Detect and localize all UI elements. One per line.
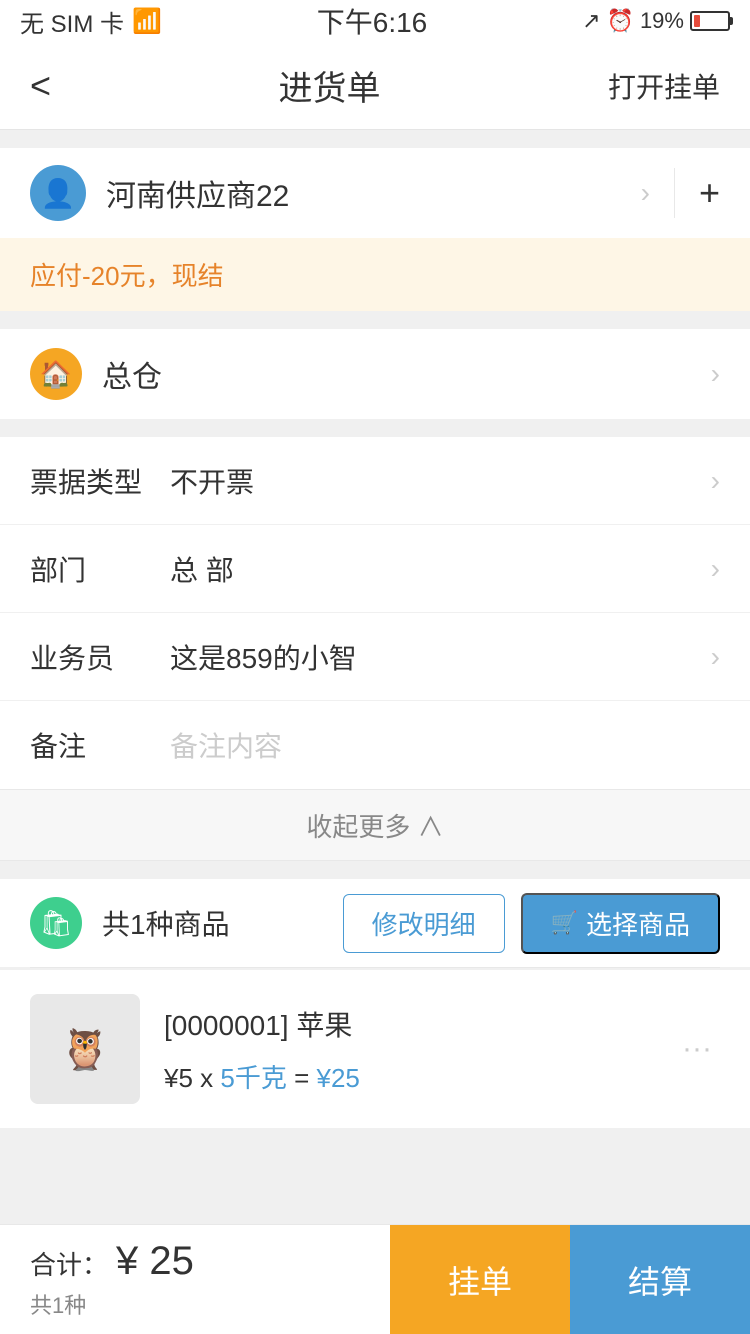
gap-3 — [0, 419, 750, 437]
form-section: 票据类型 不开票 › 部门 总 部 › 业务员 这是859的小智 › 备注 备注… — [0, 437, 750, 789]
product-name: [0000001] 苹果 — [164, 1004, 674, 1044]
equals-sign: = — [294, 1063, 316, 1093]
battery-percent: 19% — [640, 8, 684, 34]
select-product-button[interactable]: 🛒 选择商品 — [521, 893, 720, 954]
status-left: 无 SIM 卡 📶 — [20, 4, 162, 39]
warehouse-row[interactable]: 🏠 总仓 › — [0, 329, 750, 419]
back-button[interactable]: < — [30, 65, 51, 107]
warehouse-chevron-icon: › — [711, 358, 720, 390]
cart-icon: 🛒 — [551, 910, 578, 936]
product-count: 共1种商品 — [102, 903, 343, 943]
avatar-icon: 👤 — [41, 177, 76, 210]
product-icon-symbol: 🛍 — [39, 908, 72, 939]
footer-space — [0, 1128, 750, 1238]
invoice-value: 不开票 — [170, 461, 711, 501]
warehouse-name: 总仓 — [102, 352, 711, 396]
quantity: 5千克 — [220, 1063, 286, 1093]
modify-detail-button[interactable]: 修改明细 — [343, 894, 505, 953]
hang-label: 挂单 — [448, 1257, 512, 1303]
product-price-row: ¥5 x 5千克 = ¥25 — [164, 1058, 674, 1095]
status-right: ↗ ⏰ 19% — [582, 8, 730, 34]
total-label: 合计： — [30, 1245, 108, 1282]
remark-row[interactable]: 备注 备注内容 — [0, 701, 750, 789]
remark-label: 备注 — [30, 725, 170, 765]
nav-bar: < 进货单 打开挂单 — [0, 42, 750, 130]
gap-1 — [0, 130, 750, 148]
status-time: 下午6:16 — [317, 1, 428, 41]
collapse-row[interactable]: 收起更多 ∧ — [0, 789, 750, 861]
supplier-avatar: 👤 — [30, 165, 86, 221]
invoice-row[interactable]: 票据类型 不开票 › — [0, 437, 750, 525]
warehouse-symbol: 🏠 — [40, 359, 72, 390]
product-logo: 🦉 — [60, 1026, 110, 1073]
invoice-chevron-icon: › — [711, 465, 720, 497]
product-title: 苹果 — [296, 1010, 352, 1041]
dept-value: 总 部 — [170, 549, 711, 589]
supplier-chevron-icon: › — [641, 177, 650, 209]
product-more-button[interactable]: ··· — [674, 1024, 720, 1074]
staff-row[interactable]: 业务员 这是859的小智 › — [0, 613, 750, 701]
hang-order-button[interactable]: 挂单 — [390, 1225, 570, 1334]
multiply-sign: x — [200, 1063, 220, 1093]
product-thumbnail: 🦉 — [30, 994, 140, 1104]
select-btn-label: 选择商品 — [586, 905, 690, 942]
dept-row[interactable]: 部门 总 部 › — [0, 525, 750, 613]
notice-bar: 应付-20元，现结 — [0, 238, 750, 311]
warehouse-icon: 🏠 — [30, 348, 82, 400]
alarm-icon: ⏰ — [607, 8, 634, 34]
add-supplier-button[interactable]: + — [699, 172, 720, 214]
supplier-row[interactable]: 👤 河南供应商22 › + — [0, 148, 750, 238]
staff-value: 这是859的小智 — [170, 637, 711, 677]
total-section: 合计： ¥ 25 共1种 — [0, 1239, 390, 1320]
wifi-icon: 📶 — [132, 7, 162, 36]
vertical-divider — [674, 168, 675, 218]
gap-2 — [0, 311, 750, 329]
checkout-label: 结算 — [628, 1257, 692, 1303]
dept-label: 部门 — [30, 549, 170, 589]
unit-price: ¥5 — [164, 1063, 193, 1093]
status-bar: 无 SIM 卡 📶 下午6:16 ↗ ⏰ 19% — [0, 0, 750, 42]
staff-chevron-icon: › — [711, 641, 720, 673]
supplier-name: 河南供应商22 — [106, 171, 641, 215]
total-count: 共1种 — [30, 1288, 360, 1320]
bottom-bar: 合计： ¥ 25 共1种 挂单 结算 — [0, 1224, 750, 1334]
product-info: [0000001] 苹果 ¥5 x 5千克 = ¥25 — [164, 1004, 674, 1095]
item-total: ¥25 — [317, 1063, 360, 1093]
products-header: 🛍 共1种商品 修改明细 🛒 选择商品 — [0, 879, 750, 967]
carrier-text: 无 SIM 卡 — [20, 4, 124, 39]
remark-input[interactable]: 备注内容 — [170, 725, 720, 765]
staff-label: 业务员 — [30, 637, 170, 677]
dept-chevron-icon: › — [711, 553, 720, 585]
products-divider — [30, 967, 720, 968]
battery-fill — [694, 15, 700, 27]
battery-icon — [690, 11, 730, 31]
product-code: [0000001] — [164, 1010, 289, 1041]
product-icon: 🛍 — [30, 897, 82, 949]
location-icon: ↗ — [582, 8, 600, 34]
invoice-label: 票据类型 — [30, 461, 170, 501]
checkout-button[interactable]: 结算 — [570, 1225, 750, 1334]
collapse-label: 收起更多 ∧ — [306, 807, 443, 844]
page-title: 进货单 — [279, 61, 381, 110]
total-row: 合计： ¥ 25 — [30, 1239, 360, 1284]
open-hang-button[interactable]: 打开挂单 — [608, 66, 720, 106]
table-row: 🦉 [0000001] 苹果 ¥5 x 5千克 = ¥25 ··· — [0, 970, 750, 1128]
total-amount: ¥ 25 — [116, 1239, 194, 1284]
